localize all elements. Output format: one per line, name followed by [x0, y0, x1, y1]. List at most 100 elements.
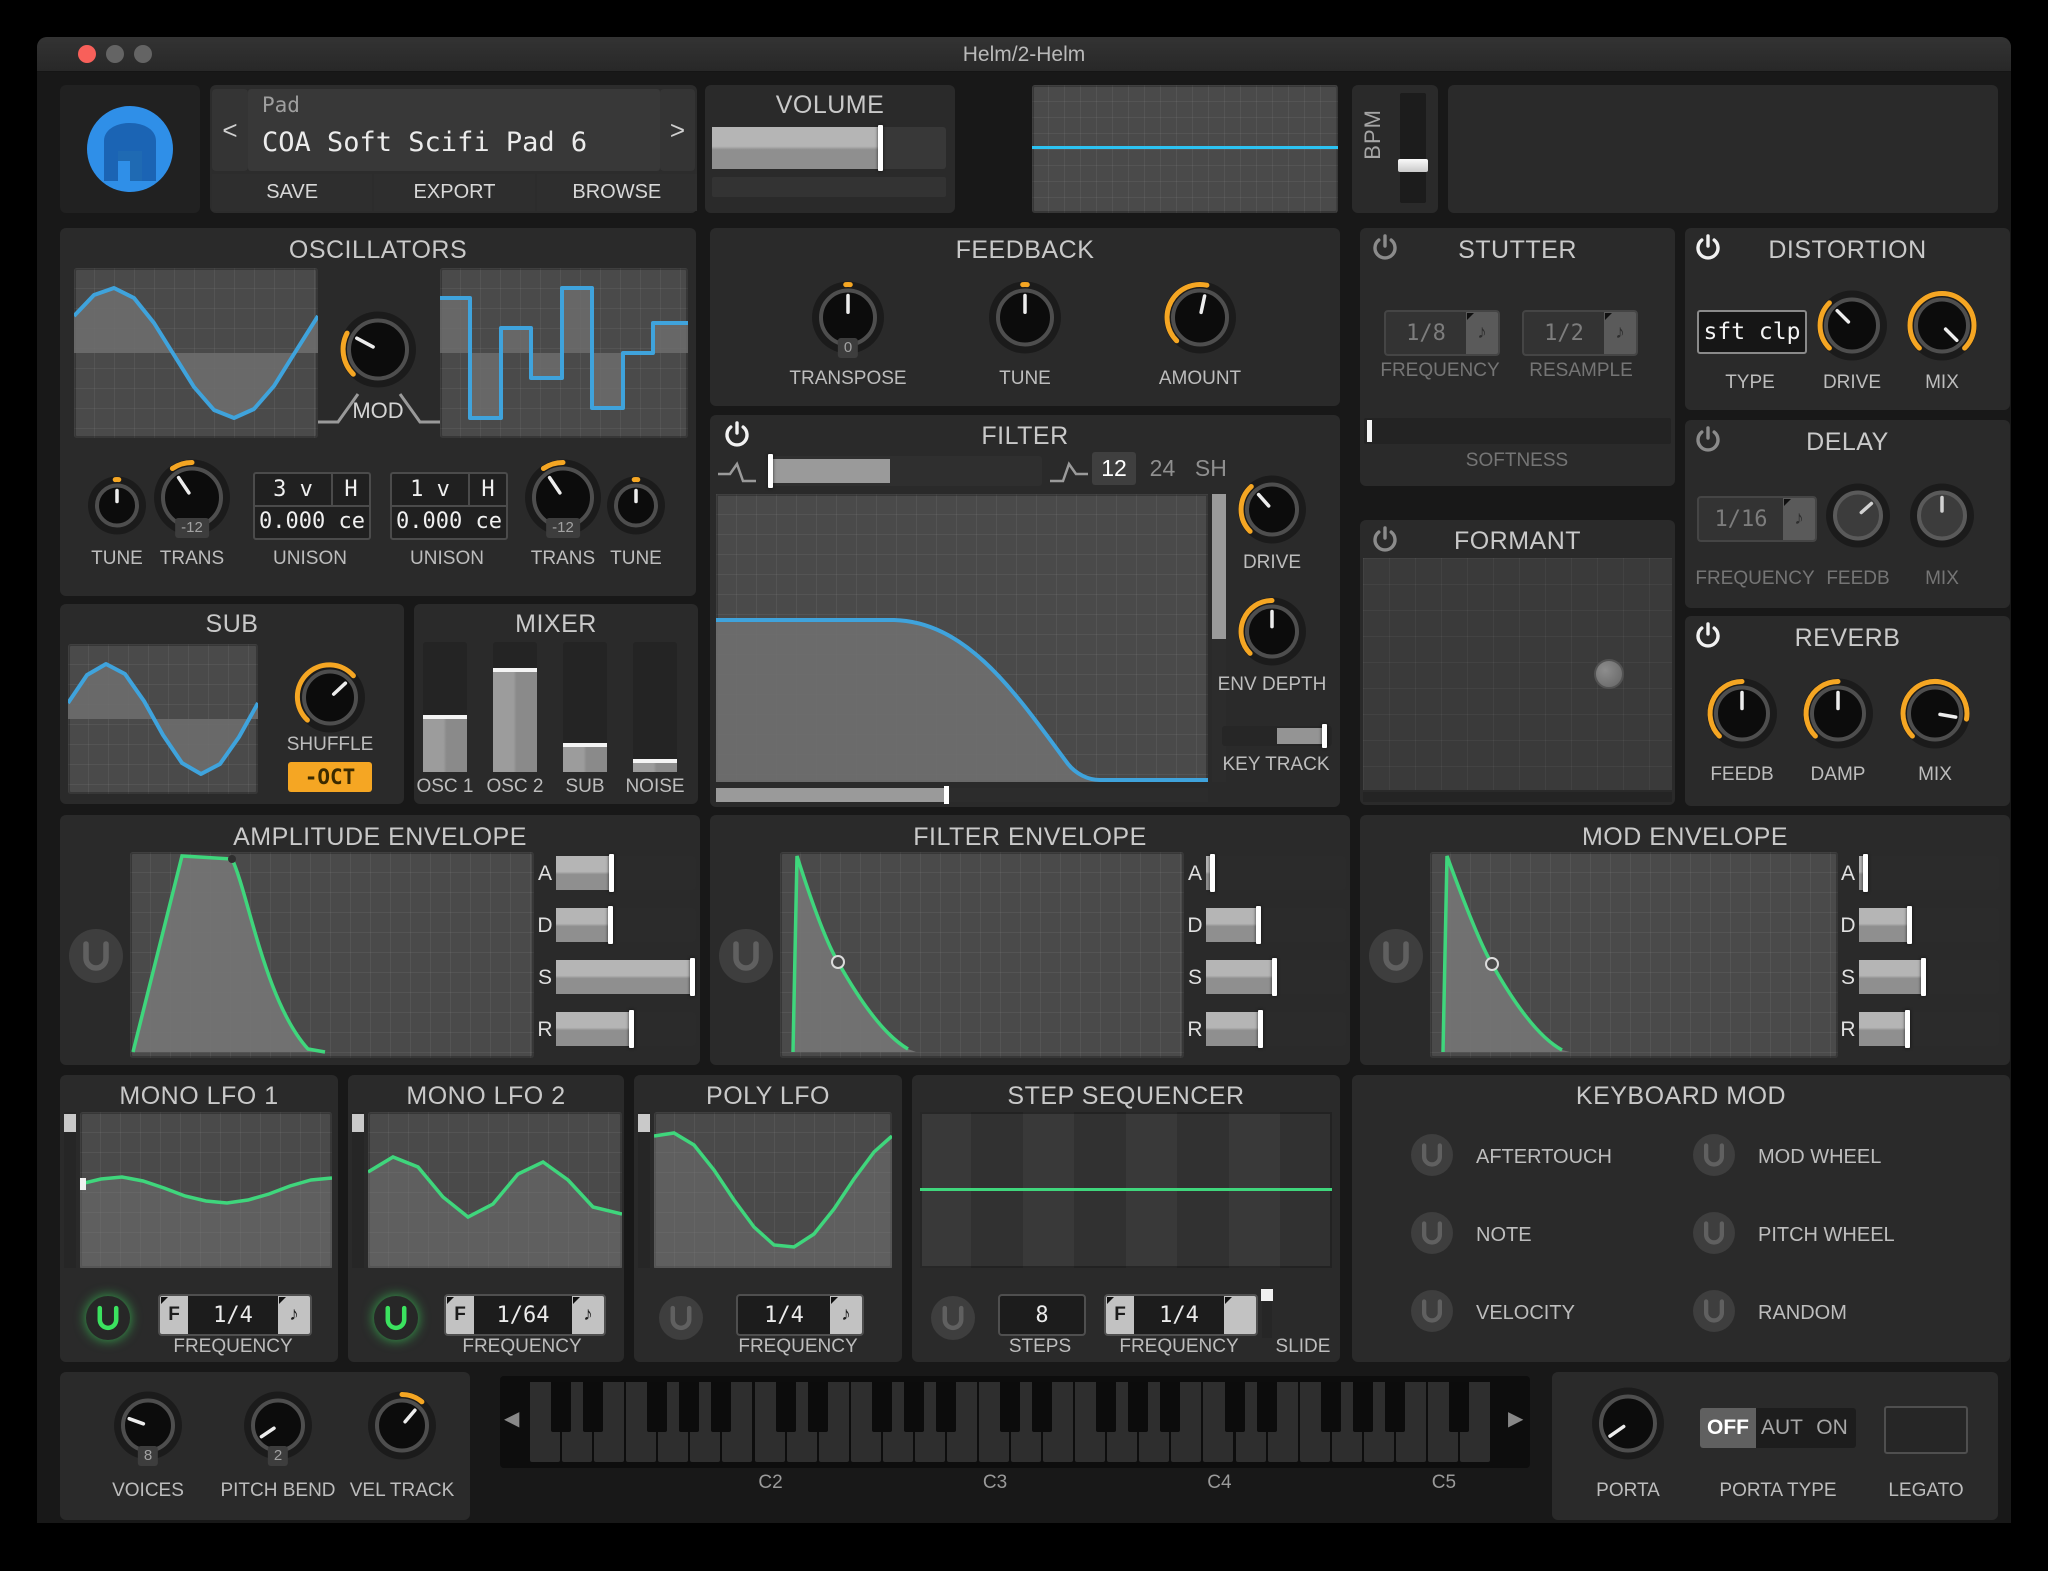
filter-cutoff-handle[interactable] [944, 786, 949, 804]
delay-frequency-selector[interactable]: 1/16 ♪ [1697, 496, 1817, 542]
legato-checkbox[interactable] [1884, 1406, 1968, 1454]
stutter-softness-handle[interactable] [1367, 420, 1372, 442]
porta-knob[interactable] [1590, 1386, 1666, 1467]
export-button[interactable]: EXPORT [374, 174, 534, 211]
pitch-wheel-source-button[interactable] [1692, 1211, 1736, 1260]
amp-envelope-display[interactable] [130, 852, 534, 1058]
vel-track-knob[interactable] [366, 1390, 438, 1467]
piano-key-black[interactable] [936, 1382, 956, 1432]
osc2-unison-control[interactable]: 1 v H 0.000 ce [390, 472, 508, 540]
filter-key-track-handle[interactable] [1322, 724, 1327, 748]
keyboard-scroll-right-icon[interactable]: ▶ [1508, 1406, 1523, 1431]
distortion-mix-knob[interactable] [1905, 289, 1979, 368]
save-button[interactable]: SAVE [212, 174, 372, 211]
delay-mix-knob[interactable] [1908, 482, 1976, 555]
note-sync-icon[interactable]: ♪ [1783, 498, 1815, 540]
osc2-waveform-display[interactable] [440, 268, 688, 438]
handle[interactable] [1863, 854, 1868, 892]
bpm-slider[interactable] [1400, 93, 1426, 203]
piano-key-black[interactable] [1449, 1382, 1469, 1432]
filter-decay-slider[interactable] [1206, 908, 1346, 942]
osc2-unison-detune[interactable]: 0.000 ce [392, 507, 506, 536]
mixer-osc2-slider[interactable] [493, 642, 537, 772]
delay-feedback-knob[interactable] [1824, 482, 1892, 555]
piano-key-black[interactable] [551, 1382, 571, 1432]
step-sequencer-sync-f-button[interactable]: F [1106, 1296, 1134, 1334]
lfo2-frequency-selector[interactable]: F 1/64 ♪ [444, 1294, 606, 1336]
velocity-source-button[interactable] [1410, 1289, 1454, 1338]
piano-key-black[interactable] [1257, 1382, 1277, 1432]
piano-key-black[interactable] [647, 1382, 667, 1432]
piano-keyboard[interactable] [530, 1382, 1492, 1462]
patch-display[interactable]: Pad COA Soft Scifi Pad 6 [248, 89, 660, 171]
piano-key-black[interactable] [583, 1382, 603, 1432]
handle[interactable] [1905, 1010, 1910, 1048]
mod-sustain-slider[interactable] [1859, 960, 1999, 994]
piano-key-black[interactable] [1160, 1382, 1180, 1432]
handle[interactable] [1256, 906, 1261, 944]
porta-type-aut[interactable]: AUT [1756, 1408, 1808, 1448]
piano-key-black[interactable] [808, 1382, 828, 1432]
osc2-tune-knob[interactable] [605, 475, 667, 542]
amp-attack-slider[interactable] [556, 856, 696, 890]
filter-envelope-display[interactable] [780, 852, 1184, 1058]
filter-pole-sh[interactable]: SH [1189, 452, 1233, 485]
lfo1-sync-f-button[interactable]: F [160, 1296, 188, 1334]
piano-key-black[interactable] [904, 1382, 924, 1432]
handle[interactable] [64, 1114, 76, 1132]
stutter-softness-slider[interactable] [1364, 418, 1671, 444]
stutter-resample-selector[interactable]: 1/2 ♪ [1522, 310, 1638, 356]
osc2-unison-voices[interactable]: 1 v [392, 474, 470, 507]
handle[interactable] [1907, 906, 1912, 944]
sub-octave-button[interactable]: -OCT [288, 762, 372, 792]
titlebar[interactable]: Helm/2-Helm [37, 37, 2011, 72]
volume-slider[interactable] [712, 127, 946, 169]
piano-key-black[interactable] [1032, 1382, 1052, 1432]
reverb-feedback-knob[interactable] [1705, 677, 1779, 756]
poly-lfo-display[interactable] [654, 1112, 892, 1268]
piano-key-black[interactable] [1321, 1382, 1341, 1432]
formant-xy-puck[interactable] [1594, 659, 1624, 689]
poly-lfo-amount-slider[interactable] [638, 1112, 650, 1268]
note-sync-icon[interactable]: ♪ [1466, 312, 1498, 354]
reverb-damp-knob[interactable] [1801, 677, 1875, 756]
note-sync-icon[interactable]: ♪ [278, 1296, 310, 1334]
step-sequencer-frequency-selector[interactable]: F 1/4 [1104, 1294, 1258, 1336]
filter-key-track-slider[interactable] [1222, 726, 1332, 746]
mod-decay-slider[interactable] [1859, 908, 1999, 942]
handle[interactable] [690, 958, 695, 996]
handle[interactable] [1261, 1289, 1273, 1301]
piano-key-black[interactable] [872, 1382, 892, 1432]
handle[interactable] [608, 906, 613, 944]
lfo2-sync-f-button[interactable]: F [446, 1296, 474, 1334]
handle[interactable] [1272, 958, 1277, 996]
delay-power-button[interactable] [1693, 425, 1723, 460]
stutter-frequency-selector[interactable]: 1/8 ♪ [1384, 310, 1500, 356]
osc1-unison-detune[interactable]: 0.000 ce [255, 507, 369, 536]
mixer-noise-slider[interactable] [633, 642, 677, 772]
lfo2-amount-slider[interactable] [352, 1112, 364, 1268]
amp-sustain-slider[interactable] [556, 960, 696, 994]
handle[interactable] [609, 854, 614, 892]
handle[interactable] [629, 1010, 634, 1048]
osc2-unison-harmonize-button[interactable]: H [470, 474, 506, 507]
osc1-unison-harmonize-button[interactable]: H [333, 474, 369, 507]
lfo1-source-button[interactable] [85, 1295, 131, 1346]
filter-blend-handle[interactable] [768, 454, 773, 488]
step-sequencer-steps-box[interactable]: 8 [998, 1294, 1086, 1336]
filter-display[interactable] [716, 494, 1208, 782]
filter-release-slider[interactable] [1206, 1012, 1346, 1046]
mod-attack-slider[interactable] [1859, 856, 1999, 890]
lfo1-display[interactable] [80, 1112, 332, 1268]
filter-sustain-slider[interactable] [1206, 960, 1346, 994]
feedback-tune-knob[interactable] [987, 280, 1063, 361]
note-source-button[interactable] [1410, 1211, 1454, 1260]
piano-key-black[interactable] [776, 1382, 796, 1432]
formant-xy-pad[interactable] [1363, 558, 1672, 790]
filter-pole-24[interactable]: 24 [1140, 452, 1184, 485]
step-sequencer-source-button[interactable] [930, 1295, 976, 1346]
formant-bottom-slider[interactable] [1363, 792, 1672, 802]
filter-attack-slider[interactable] [1206, 856, 1346, 890]
reverb-power-button[interactable] [1693, 621, 1723, 656]
handle[interactable] [1921, 958, 1926, 996]
